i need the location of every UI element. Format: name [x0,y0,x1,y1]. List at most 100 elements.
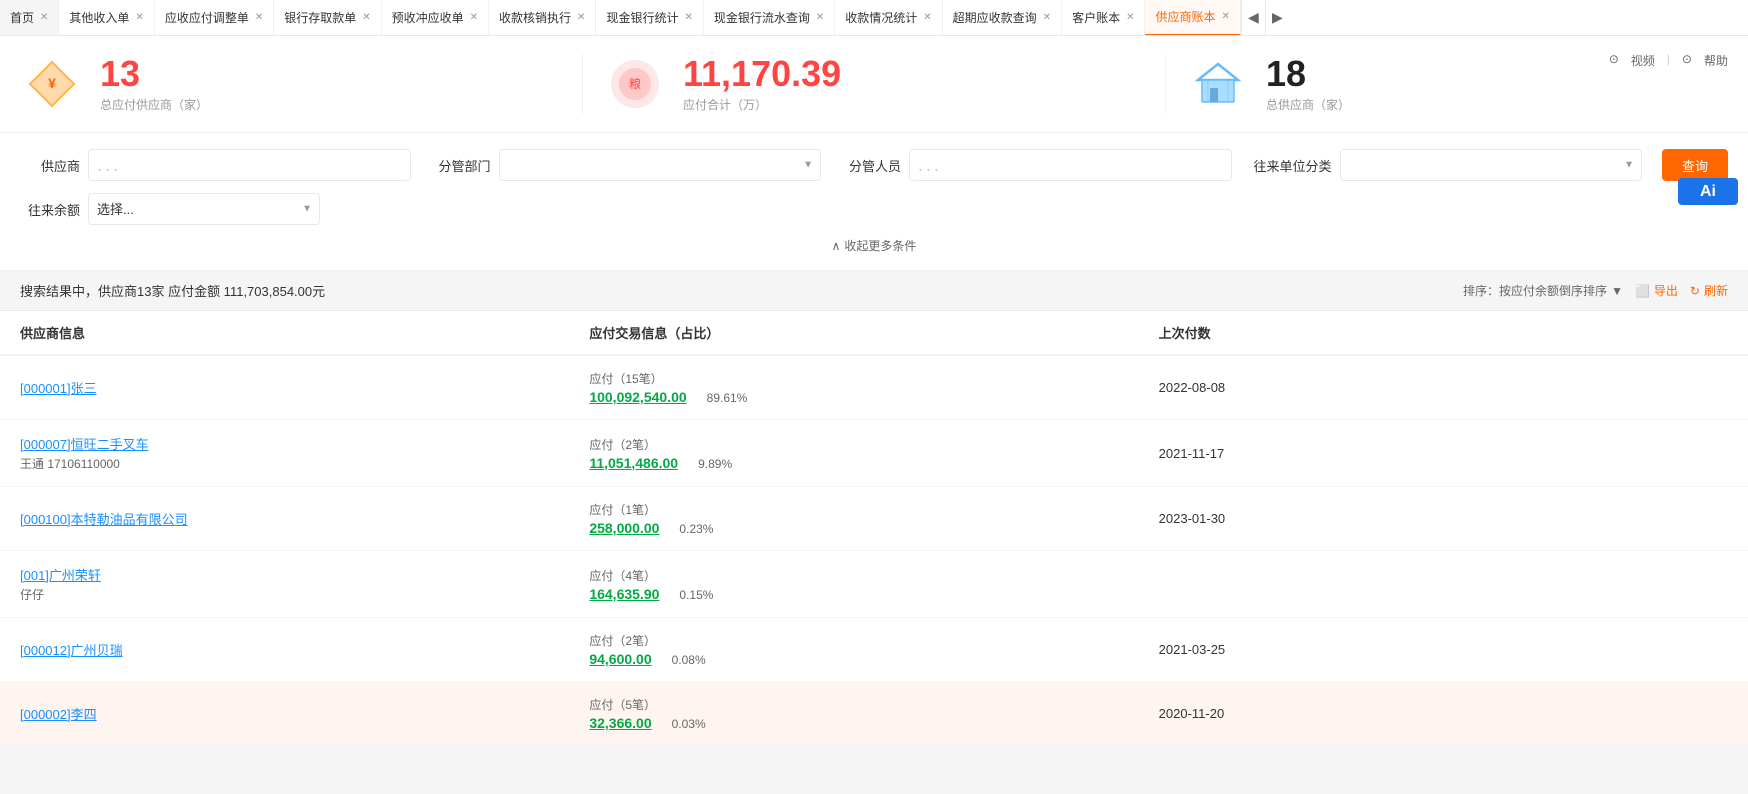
last-pay-6: 2020-11-20 [1159,706,1728,721]
filter-area: 供应商 ... 分管部门 ▼ 分管人员 ... 往来单位分类 [0,133,1748,271]
table-header: 供应商信息 应付交易信息（占比） 上次付数 [0,311,1748,356]
table-row: [000002]李四 应付（5笔） 32,366.00 0.03% 2020-1… [0,682,1748,746]
supplier-link-3[interactable]: [000100]本特勒油品有限公司 [20,512,188,527]
sort-label: 排序：按应付余额倒序排序 [1463,282,1607,299]
nav-prev-arrow[interactable]: ◀ [1241,0,1265,36]
tx-label-5: 应付（2笔） [589,632,1158,649]
last-pay-date-1: 2022-08-08 [1159,380,1226,395]
supplier-link-5[interactable]: [000012]广州贝瑞 [20,643,123,658]
close-icon[interactable]: ✕ [816,12,824,23]
tx-percent-2: 9.89% [698,457,732,471]
refresh-label: 刷新 [1704,282,1728,299]
ai-badge-label: Ai [1700,183,1716,201]
close-icon[interactable]: ✕ [684,12,692,23]
tx-label-6: 应付（5笔） [589,696,1158,713]
nav-item-customer-ledger[interactable]: 客户账本 ✕ [1062,0,1145,36]
collapse-button[interactable]: ∧ 收起更多条件 [832,237,917,254]
nav-item-home[interactable]: 首页 ✕ [0,0,59,36]
export-button[interactable]: ⬜ 导出 [1635,282,1678,299]
person-label: 分管人员 [841,156,901,175]
nav-label: 收款情况统计 [845,9,917,26]
tx-amount-3[interactable]: 258,000.00 [589,520,659,536]
dept-select[interactable] [499,149,822,181]
stat-label-3: 总供应商（家） [1266,96,1350,113]
close-icon[interactable]: ✕ [1126,12,1134,23]
help-link[interactable]: 帮助 [1704,52,1728,69]
last-pay-1: 2022-08-08 [1159,380,1728,395]
nav-item-bank-deposit[interactable]: 银行存取款单 ✕ [274,0,381,36]
close-icon[interactable]: ✕ [40,12,48,23]
tx-row-4: 164,635.90 0.15% [589,586,1158,602]
balance-select[interactable]: 选择... [88,193,320,225]
tx-percent-4: 0.15% [679,588,713,602]
table-row: [001]广州荣轩 仔仔 应付（4笔） 164,635.90 0.15% [0,551,1748,618]
sort-select[interactable]: 排序：按应付余额倒序排序 ▼ [1463,282,1623,299]
category-select-wrap: ▼ [1340,149,1643,181]
supplier-info-2: [000007]恒旺二手叉车 王通 17106110000 [20,434,589,472]
stat-value-3: 18 [1266,56,1350,92]
last-pay-2: 2021-11-17 [1159,446,1728,461]
supplier-input[interactable]: ... [88,149,411,181]
nav-next-arrow[interactable]: ▶ [1265,0,1289,36]
stat-label-1: 总应付供应商（家） [100,96,208,113]
close-icon[interactable]: ✕ [470,12,478,23]
tx-amount-2[interactable]: 11,051,486.00 [589,455,678,471]
tx-percent-5: 0.08% [672,653,706,667]
close-icon[interactable]: ✕ [255,12,263,23]
nav-item-collection[interactable]: 收款核销执行 ✕ [489,0,596,36]
tx-amount-5[interactable]: 94,600.00 [589,651,651,667]
person-input[interactable]: ... [909,149,1232,181]
supplier-label: 供应商 [20,156,80,175]
video-icon: ⊙ [1609,52,1619,69]
svg-text:粮: 粮 [629,76,641,91]
nav-item-overdue[interactable]: 超期应收款查询 ✕ [943,0,1062,36]
category-label: 往来单位分类 [1252,156,1332,175]
nav-item-supplier-ledger[interactable]: 供应商账本 ✕ [1145,0,1240,36]
stat-info-3: 18 总供应商（家） [1266,56,1350,113]
nav-item-collection-stats[interactable]: 收款情况统计 ✕ [835,0,942,36]
tx-label-1: 应付（15笔） [589,370,1158,387]
stats-header: ¥ 13 总应付供应商（家） 粮 11,170.39 应付合计（万） [0,36,1748,133]
nav-item-cash-flow[interactable]: 现金银行流水查询 ✕ [704,0,835,36]
close-icon[interactable]: ✕ [135,12,143,23]
close-icon[interactable]: ✕ [923,12,931,23]
filter-supplier: 供应商 ... [20,149,411,181]
close-icon[interactable]: ✕ [362,12,370,23]
tx-amount-6[interactable]: 32,366.00 [589,715,651,731]
table-row: [000001]张三 应付（15笔） 100,092,540.00 89.61%… [0,356,1748,420]
tx-amount-1[interactable]: 100,092,540.00 [589,389,686,405]
tx-info-3: 应付（1笔） 258,000.00 0.23% [589,501,1158,536]
supplier-link-2[interactable]: [000007]恒旺二手叉车 [20,437,149,452]
balance-select-wrap: 选择... ▼ [88,193,320,225]
tx-percent-3: 0.23% [679,522,713,536]
nav-item-cash-stats[interactable]: 现金银行统计 ✕ [596,0,703,36]
nav-item-ar-adjust[interactable]: 应收应付调整单 ✕ [155,0,274,36]
col-header-tx: 应付交易信息（占比） [589,323,1158,342]
supplier-link-6[interactable]: [000002]李四 [20,707,97,722]
tx-amount-4[interactable]: 164,635.90 [589,586,659,602]
category-select[interactable] [1340,149,1643,181]
tx-row-1: 100,092,540.00 89.61% [589,389,1158,405]
results-actions: 排序：按应付余额倒序排序 ▼ ⬜ 导出 ↻ 刷新 [1463,282,1728,299]
close-icon[interactable]: ✕ [1221,11,1229,22]
tx-label-2: 应付（2笔） [589,436,1158,453]
results-summary: 搜索结果中，供应商13家 应付金额 111,703,854.00元 [20,281,325,300]
last-pay-date-2: 2021-11-17 [1159,446,1225,461]
supplier-sub-4: 仔仔 [20,586,589,603]
nav-label: 超期应收款查询 [953,9,1037,26]
supplier-link-4[interactable]: [001]广州荣轩 [20,568,101,583]
nav-label: 现金银行流水查询 [714,9,810,26]
nav-label: 应收应付调整单 [165,9,249,26]
last-pay-3: 2023-01-30 [1159,511,1728,526]
top-navigation: 首页 ✕ 其他收入单 ✕ 应收应付调整单 ✕ 银行存取款单 ✕ 预收冲应收单 ✕… [0,0,1748,36]
filter-balance: 往来余额 选择... ▼ [20,193,320,225]
supplier-link-1[interactable]: [000001]张三 [20,381,97,396]
ai-badge[interactable]: Ai [1678,178,1738,205]
close-icon[interactable]: ✕ [577,12,585,23]
nav-item-advance[interactable]: 预收冲应收单 ✕ [382,0,489,36]
video-link[interactable]: 视频 [1631,52,1655,69]
query-button[interactable]: 查询 [1662,149,1728,181]
refresh-button[interactable]: ↻ 刷新 [1690,282,1728,299]
close-icon[interactable]: ✕ [1043,12,1051,23]
nav-item-other-income[interactable]: 其他收入单 ✕ [59,0,154,36]
